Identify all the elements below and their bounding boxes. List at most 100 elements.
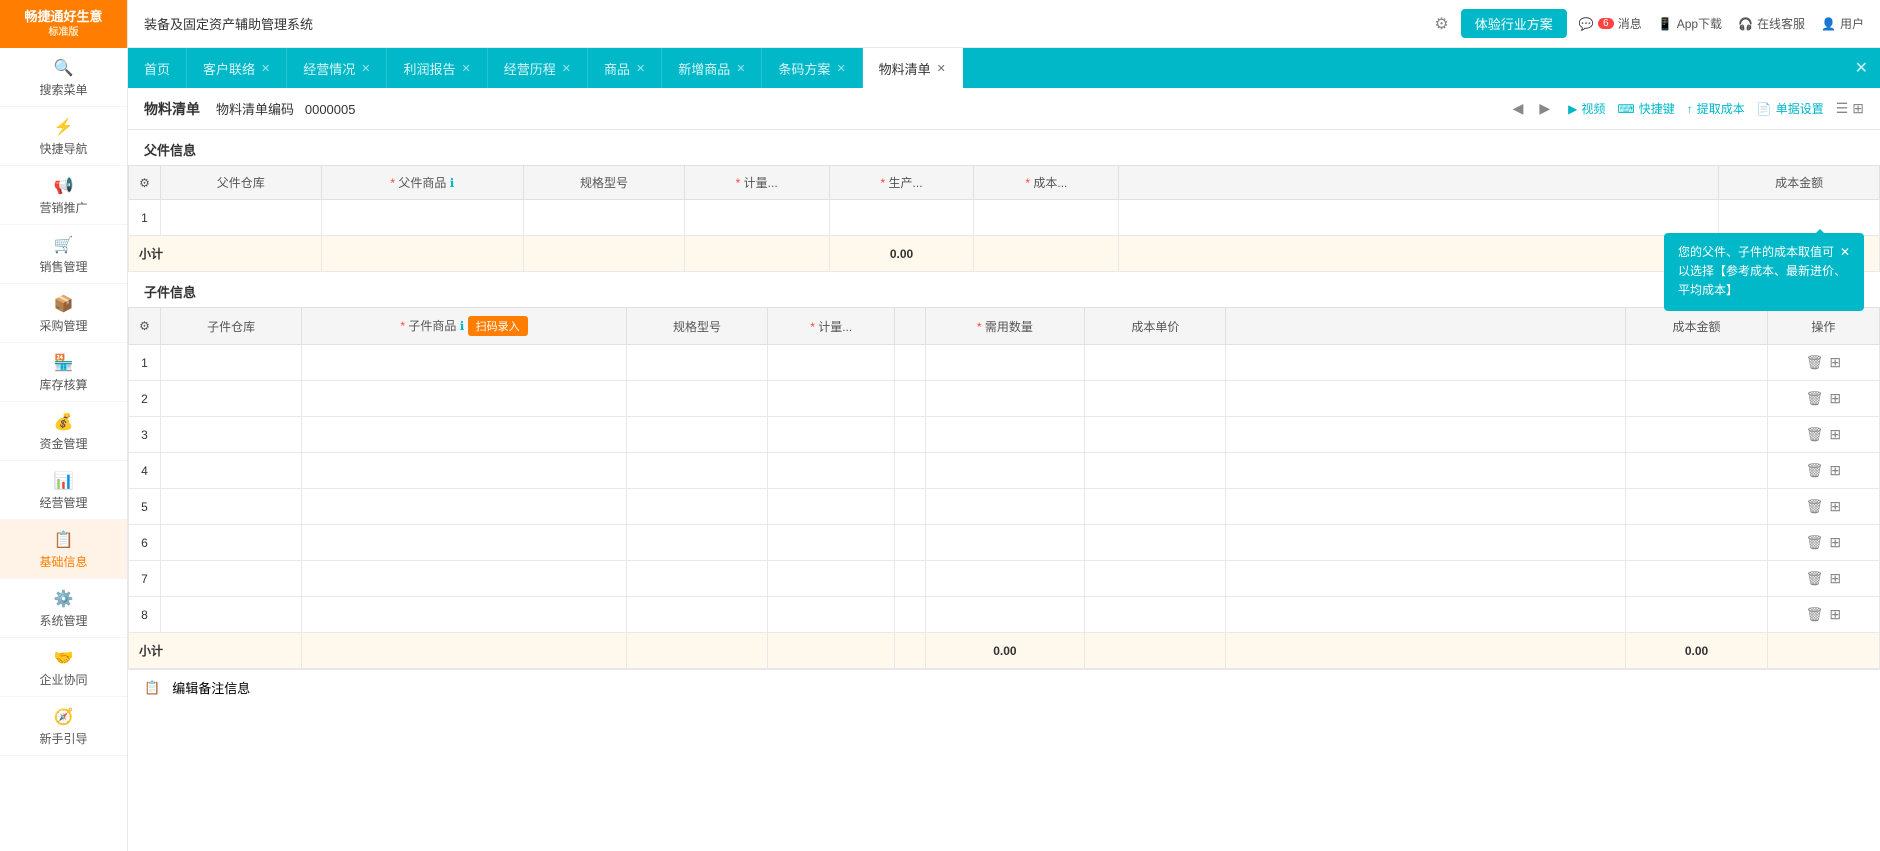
settings-icon[interactable]: ⚙ <box>1434 14 1448 34</box>
child-unit-cost-3[interactable] <box>1085 417 1226 453</box>
view-action[interactable]: ▶ 视频 <box>1568 100 1605 117</box>
child-goods-4[interactable] <box>302 453 627 489</box>
grid-view-btn[interactable]: ⊞ <box>1852 100 1864 117</box>
copy-icon-4[interactable]: ⊞ <box>1829 462 1841 479</box>
delete-icon-1[interactable]: 🗑 <box>1806 354 1824 371</box>
tab-operations-close[interactable]: ✕ <box>361 62 370 75</box>
copy-icon-8[interactable]: ⊞ <box>1829 606 1841 623</box>
tab-profit-close[interactable]: ✕ <box>462 62 471 75</box>
tab-operations[interactable]: 经营情况 ✕ <box>287 48 387 88</box>
child-qty-3[interactable] <box>925 417 1085 453</box>
prev-arrow[interactable]: ◀ <box>1507 98 1530 119</box>
parent-spec-1[interactable] <box>524 200 685 236</box>
copy-icon-5[interactable]: ⊞ <box>1829 498 1841 515</box>
parent-cost-amount-1[interactable] <box>1719 200 1880 236</box>
child-warehouse-8[interactable] <box>161 597 302 633</box>
child-cost-amount-5[interactable] <box>1626 489 1767 525</box>
sidebar-item-operations[interactable]: 📊 经营管理 <box>0 461 127 520</box>
child-warehouse-4[interactable] <box>161 453 302 489</box>
parent-produce-1[interactable] <box>829 200 974 236</box>
tab-history-close[interactable]: ✕ <box>562 62 571 75</box>
child-qty-5[interactable] <box>925 489 1085 525</box>
child-unit-cost-1[interactable] <box>1085 345 1226 381</box>
tab-profit[interactable]: 利润报告 ✕ <box>387 48 487 88</box>
single-settings-action[interactable]: 📄 单据设置 <box>1757 100 1824 117</box>
child-goods-1[interactable] <box>302 345 627 381</box>
delete-icon-6[interactable]: 🗑 <box>1806 534 1824 551</box>
child-goods-5[interactable] <box>302 489 627 525</box>
child-goods-7[interactable] <box>302 561 627 597</box>
tab-goods[interactable]: 商品 ✕ <box>588 48 662 88</box>
child-goods-6[interactable] <box>302 525 627 561</box>
child-unit-6[interactable] <box>768 525 895 561</box>
sidebar-item-system[interactable]: ⚙️ 系统管理 <box>0 579 127 638</box>
tab-bom[interactable]: 物料清单 ✕ <box>863 48 963 88</box>
child-warehouse-1[interactable] <box>161 345 302 381</box>
child-cost-amount-2[interactable] <box>1626 381 1767 417</box>
tab-history[interactable]: 经营历程 ✕ <box>488 48 588 88</box>
tooltip-close[interactable]: ✕ <box>1840 243 1850 262</box>
child-unit-cost-2[interactable] <box>1085 381 1226 417</box>
sidebar-item-purchase[interactable]: 📦 采购管理 <box>0 284 127 343</box>
copy-icon-2[interactable]: ⊞ <box>1829 390 1841 407</box>
child-warehouse-6[interactable] <box>161 525 302 561</box>
child-goods-3[interactable] <box>302 417 627 453</box>
delete-icon-3[interactable]: 🗑 <box>1806 426 1824 443</box>
trial-button[interactable]: 体验行业方案 <box>1461 9 1567 38</box>
child-qty-4[interactable] <box>925 453 1085 489</box>
parent-cost-1[interactable] <box>974 200 1119 236</box>
copy-icon-6[interactable]: ⊞ <box>1829 534 1841 551</box>
tab-barcode[interactable]: 条码方案 ✕ <box>762 48 862 88</box>
tab-new-goods-close[interactable]: ✕ <box>736 62 745 75</box>
child-cost-amount-7[interactable] <box>1626 561 1767 597</box>
child-warehouse-3[interactable] <box>161 417 302 453</box>
child-cost-amount-6[interactable] <box>1626 525 1767 561</box>
copy-icon-3[interactable]: ⊞ <box>1829 426 1841 443</box>
child-warehouse-7[interactable] <box>161 561 302 597</box>
child-unit-7[interactable] <box>768 561 895 597</box>
list-view-btn[interactable]: ☰ <box>1836 100 1849 117</box>
tab-goods-close[interactable]: ✕ <box>636 62 645 75</box>
delete-icon-8[interactable]: 🗑 <box>1806 606 1824 623</box>
tab-customers-close[interactable]: ✕ <box>261 62 270 75</box>
child-spec-3[interactable] <box>626 417 767 453</box>
child-unit-8[interactable] <box>768 597 895 633</box>
child-qty-2[interactable] <box>925 381 1085 417</box>
copy-icon-1[interactable]: ⊞ <box>1829 354 1841 371</box>
child-spec-5[interactable] <box>626 489 767 525</box>
child-goods-2[interactable] <box>302 381 627 417</box>
child-unit-cost-8[interactable] <box>1085 597 1226 633</box>
bottom-label[interactable]: 编辑备注信息 <box>172 678 250 697</box>
sidebar-item-inventory[interactable]: 🏪 库存核算 <box>0 343 127 402</box>
child-spec-7[interactable] <box>626 561 767 597</box>
child-warehouse-2[interactable] <box>161 381 302 417</box>
child-spec-6[interactable] <box>626 525 767 561</box>
app-download-action[interactable]: 📱 App下载 <box>1658 15 1722 32</box>
child-unit-5[interactable] <box>768 489 895 525</box>
child-cost-amount-3[interactable] <box>1626 417 1767 453</box>
child-qty-6[interactable] <box>925 525 1085 561</box>
child-warehouse-5[interactable] <box>161 489 302 525</box>
delete-icon-5[interactable]: 🗑 <box>1806 498 1824 515</box>
tab-barcode-close[interactable]: ✕ <box>836 62 845 75</box>
child-unit-4[interactable] <box>768 453 895 489</box>
child-cost-amount-8[interactable] <box>1626 597 1767 633</box>
sidebar-item-basic[interactable]: 📋 基础信息 <box>0 520 127 579</box>
sidebar-item-quick-nav[interactable]: ⚡ 快捷导航 <box>0 107 127 166</box>
child-spec-2[interactable] <box>626 381 767 417</box>
parent-col-settings[interactable]: ⚙ <box>129 166 161 200</box>
parent-goods-1[interactable] <box>321 200 524 236</box>
sidebar-item-guide[interactable]: 🧭 新手引导 <box>0 697 127 756</box>
child-unit-cost-4[interactable] <box>1085 453 1226 489</box>
close-all-tabs[interactable]: ✕ <box>1843 58 1880 78</box>
tab-new-goods[interactable]: 新增商品 ✕ <box>662 48 762 88</box>
delete-icon-4[interactable]: 🗑 <box>1806 462 1824 479</box>
child-qty-1[interactable] <box>925 345 1085 381</box>
delete-icon-2[interactable]: 🗑 <box>1806 390 1824 407</box>
sidebar-item-search[interactable]: 🔍 搜索菜单 <box>0 48 127 107</box>
child-unit-cost-6[interactable] <box>1085 525 1226 561</box>
tab-bom-close[interactable]: ✕ <box>937 62 946 75</box>
child-unit-1[interactable] <box>768 345 895 381</box>
child-goods-8[interactable] <box>302 597 627 633</box>
scan-input-button[interactable]: 扫码录入 <box>468 316 528 336</box>
